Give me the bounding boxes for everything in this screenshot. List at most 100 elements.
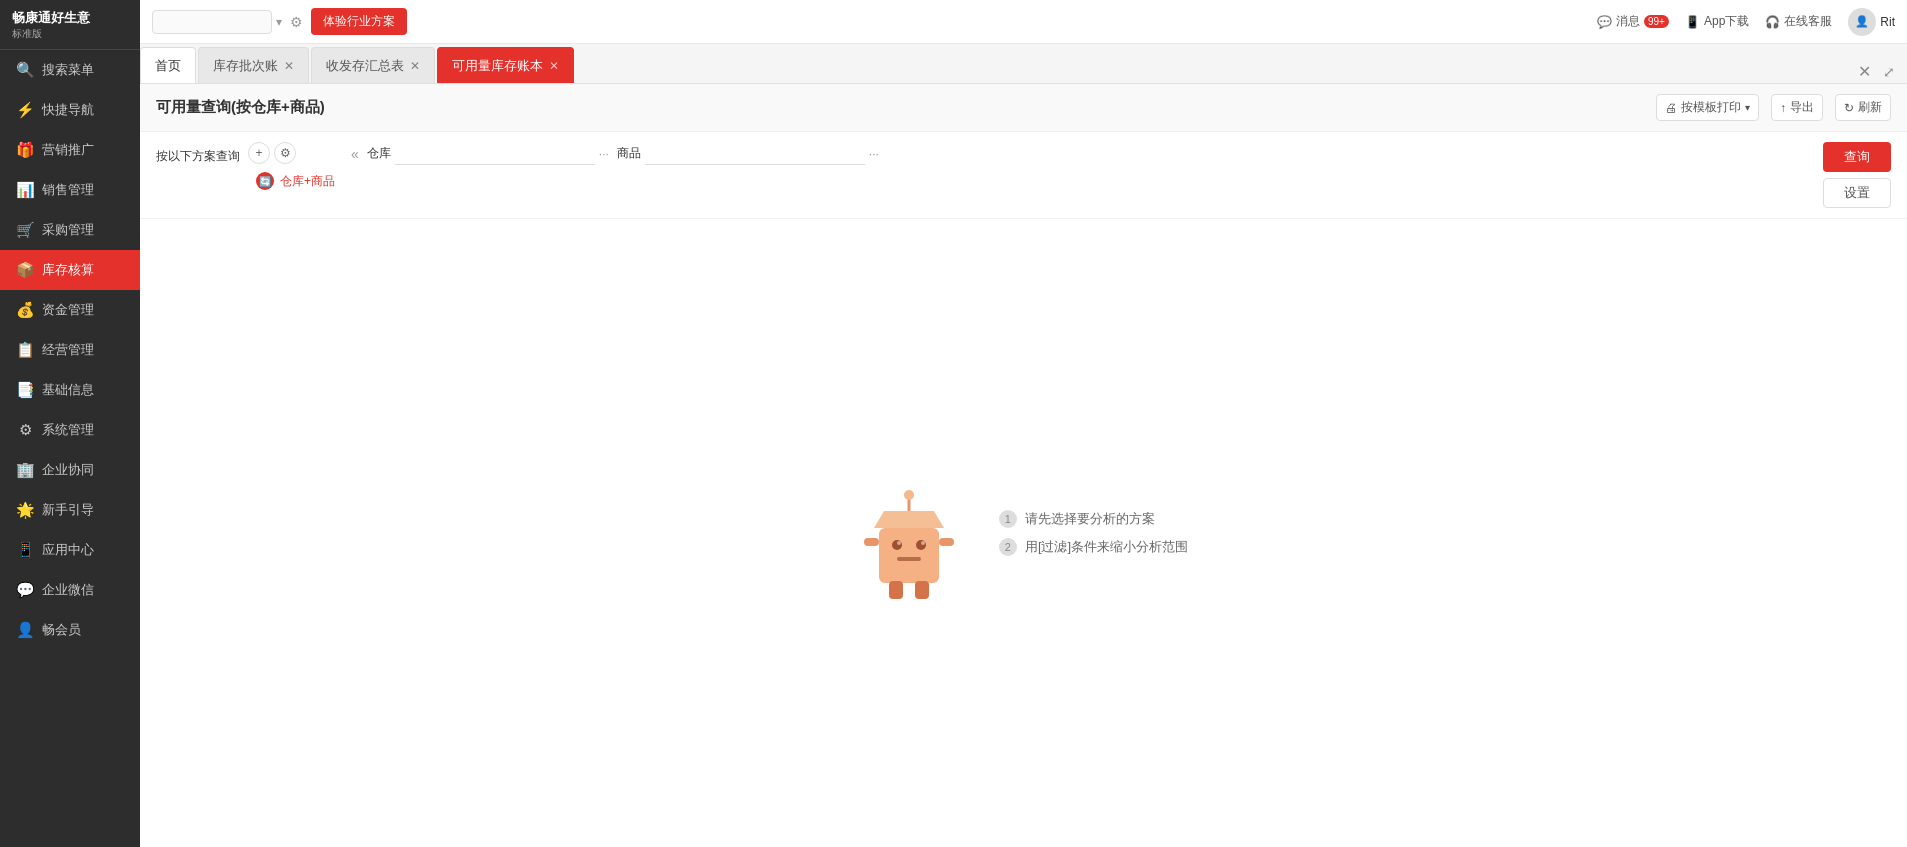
filter-area: 按以下方案查询 + ⚙ 🔄 仓库+商品 « 仓库 ··· <box>140 132 1907 219</box>
export-icon: ↑ <box>1780 101 1786 115</box>
filter-settings-button[interactable]: 设置 <box>1823 178 1891 208</box>
sidebar-item-label: 企业协同 <box>42 461 94 479</box>
enterprise-wechat-icon: 💬 <box>16 581 34 599</box>
sales-icon: 📊 <box>16 181 34 199</box>
guide-icon: 🌟 <box>16 501 34 519</box>
user-profile[interactable]: 👤 Rit <box>1848 8 1895 36</box>
filter-collapse-icon[interactable]: « <box>351 142 359 162</box>
sidebar-item-operations[interactable]: 📋 经营管理 <box>0 330 140 370</box>
product-more-icon[interactable]: ··· <box>869 147 879 161</box>
svg-rect-7 <box>864 538 879 546</box>
tab-batch-account[interactable]: 库存批次账 ✕ <box>198 47 309 83</box>
app-download-icon: 📱 <box>1685 15 1700 29</box>
export-label: 导出 <box>1790 99 1814 116</box>
svg-point-4 <box>897 541 901 545</box>
sidebar-item-sales[interactable]: 📊 销售管理 <box>0 170 140 210</box>
add-scheme-button[interactable]: + <box>248 142 270 164</box>
message-button[interactable]: 💬 消息 99+ <box>1597 13 1669 30</box>
svg-point-2 <box>892 540 902 550</box>
sidebar-item-label: 快捷导航 <box>42 101 94 119</box>
tab-collect-account-close[interactable]: ✕ <box>410 59 420 73</box>
enterprise-icon: 🏢 <box>16 461 34 479</box>
filter-warehouse-group: 仓库 ··· <box>367 142 609 165</box>
svg-rect-6 <box>897 557 921 561</box>
app-download-label: App下载 <box>1704 13 1749 30</box>
sidebar-item-label: 应用中心 <box>42 541 94 559</box>
sidebar-item-purchase[interactable]: 🛒 采购管理 <box>0 210 140 250</box>
print-icon: 🖨 <box>1665 101 1677 115</box>
topbar-search-input[interactable] <box>152 10 272 34</box>
app-download-button[interactable]: 📱 App下载 <box>1685 13 1749 30</box>
content-area: 可用量查询(按仓库+商品) 🖨 按模板打印 ▾ ↑ 导出 ↻ 刷新 按以下方案 <box>140 84 1907 847</box>
tabs-expand-icon[interactable]: ⤢ <box>1879 62 1899 82</box>
message-badge: 99+ <box>1644 15 1669 28</box>
svg-point-12 <box>904 490 914 500</box>
print-template-button[interactable]: 🖨 按模板打印 ▾ <box>1656 94 1759 121</box>
online-service-label: 在线客服 <box>1784 13 1832 30</box>
warehouse-input[interactable] <box>395 142 595 165</box>
page-title: 可用量查询(按仓库+商品) <box>156 98 325 117</box>
online-service-button[interactable]: 🎧 在线客服 <box>1765 13 1832 30</box>
operations-icon: 📋 <box>16 341 34 359</box>
sidebar-item-finance[interactable]: 💰 资金管理 <box>0 290 140 330</box>
tabs-bar: 首页 库存批次账 ✕ 收发存汇总表 ✕ 可用量库存账本 ✕ ✕ ⤢ <box>140 44 1907 84</box>
topbar-chevron-icon[interactable]: ▾ <box>276 15 282 29</box>
page-header-actions: 🖨 按模板打印 ▾ ↑ 导出 ↻ 刷新 <box>1656 94 1891 121</box>
tab-available-inventory-close[interactable]: ✕ <box>549 59 559 73</box>
svg-point-5 <box>921 541 925 545</box>
sidebar-item-basic-info[interactable]: 📑 基础信息 <box>0 370 140 410</box>
topbar: ▾ ⚙ 体验行业方案 💬 消息 99+ 📱 App下载 🎧 在线客服 👤 <box>140 0 1907 44</box>
tab-home[interactable]: 首页 <box>140 47 196 83</box>
hint-number-1: 1 <box>999 510 1017 528</box>
sidebar-item-app-center[interactable]: 📱 应用中心 <box>0 530 140 570</box>
sidebar-item-quick-nav[interactable]: ⚡ 快捷导航 <box>0 90 140 130</box>
empty-text: 1 请先选择要分析的方案 2 用[过滤]条件来缩小分析范围 <box>999 510 1188 556</box>
quick-nav-icon: ⚡ <box>16 101 34 119</box>
sidebar-item-label: 搜索菜单 <box>42 61 94 79</box>
sidebar-item-marketing[interactable]: 🎁 营销推广 <box>0 130 140 170</box>
basic-info-icon: 📑 <box>16 381 34 399</box>
sidebar-item-enterprise[interactable]: 🏢 企业协同 <box>0 450 140 490</box>
sidebar-item-member[interactable]: 👤 畅会员 <box>0 610 140 650</box>
query-button[interactable]: 查询 <box>1823 142 1891 172</box>
product-input[interactable] <box>645 142 865 165</box>
avatar-placeholder: 👤 <box>1855 15 1869 28</box>
sidebar-item-inventory[interactable]: 📦 库存核算 <box>0 250 140 290</box>
tab-batch-account-close[interactable]: ✕ <box>284 59 294 73</box>
settings-scheme-button[interactable]: ⚙ <box>274 142 296 164</box>
warehouse-more-icon[interactable]: ··· <box>599 147 609 161</box>
hint-text-2: 用[过滤]条件来缩小分析范围 <box>1025 538 1188 556</box>
svg-rect-0 <box>879 528 939 583</box>
member-icon: 👤 <box>16 621 34 639</box>
sidebar-item-system[interactable]: ⚙ 系统管理 <box>0 410 140 450</box>
sidebar-item-guide[interactable]: 🌟 新手引导 <box>0 490 140 530</box>
system-icon: ⚙ <box>16 421 34 439</box>
search-icon: 🔍 <box>16 61 34 79</box>
sidebar-item-enterprise-wechat[interactable]: 💬 企业微信 <box>0 570 140 610</box>
filter-scheme-warehouse-product[interactable]: 🔄 仓库+商品 <box>248 168 343 194</box>
tab-available-inventory[interactable]: 可用量库存账本 ✕ <box>437 47 574 83</box>
filter-actions: 查询 设置 <box>1823 142 1891 208</box>
refresh-button[interactable]: ↻ 刷新 <box>1835 94 1891 121</box>
export-button[interactable]: ↑ 导出 <box>1771 94 1823 121</box>
avatar: 👤 <box>1848 8 1876 36</box>
tabs-close-all-icon[interactable]: ✕ <box>1854 60 1875 83</box>
app-edition: 标准版 <box>12 27 128 41</box>
message-label: 消息 <box>1616 13 1640 30</box>
refresh-icon: ↻ <box>1844 101 1854 115</box>
tab-batch-account-label: 库存批次账 <box>213 57 278 75</box>
tab-collect-account[interactable]: 收发存汇总表 ✕ <box>311 47 435 83</box>
scheme-icon: 🔄 <box>256 172 274 190</box>
print-label: 按模板打印 <box>1681 99 1741 116</box>
empty-illustration <box>859 483 959 583</box>
empty-illustration-svg <box>859 483 959 603</box>
svg-marker-1 <box>874 511 944 528</box>
empty-hint-2: 2 用[过滤]条件来缩小分析范围 <box>999 538 1188 556</box>
hint-text-1: 请先选择要分析的方案 <box>1025 510 1155 528</box>
username-label: Rit <box>1880 15 1895 29</box>
app-title: 畅康通好生意 <box>12 10 128 27</box>
industry-solution-button[interactable]: 体验行业方案 <box>311 8 407 35</box>
sidebar-item-search[interactable]: 🔍 搜索菜单 <box>0 50 140 90</box>
sidebar-item-label: 基础信息 <box>42 381 94 399</box>
topbar-gear-icon[interactable]: ⚙ <box>290 14 303 30</box>
